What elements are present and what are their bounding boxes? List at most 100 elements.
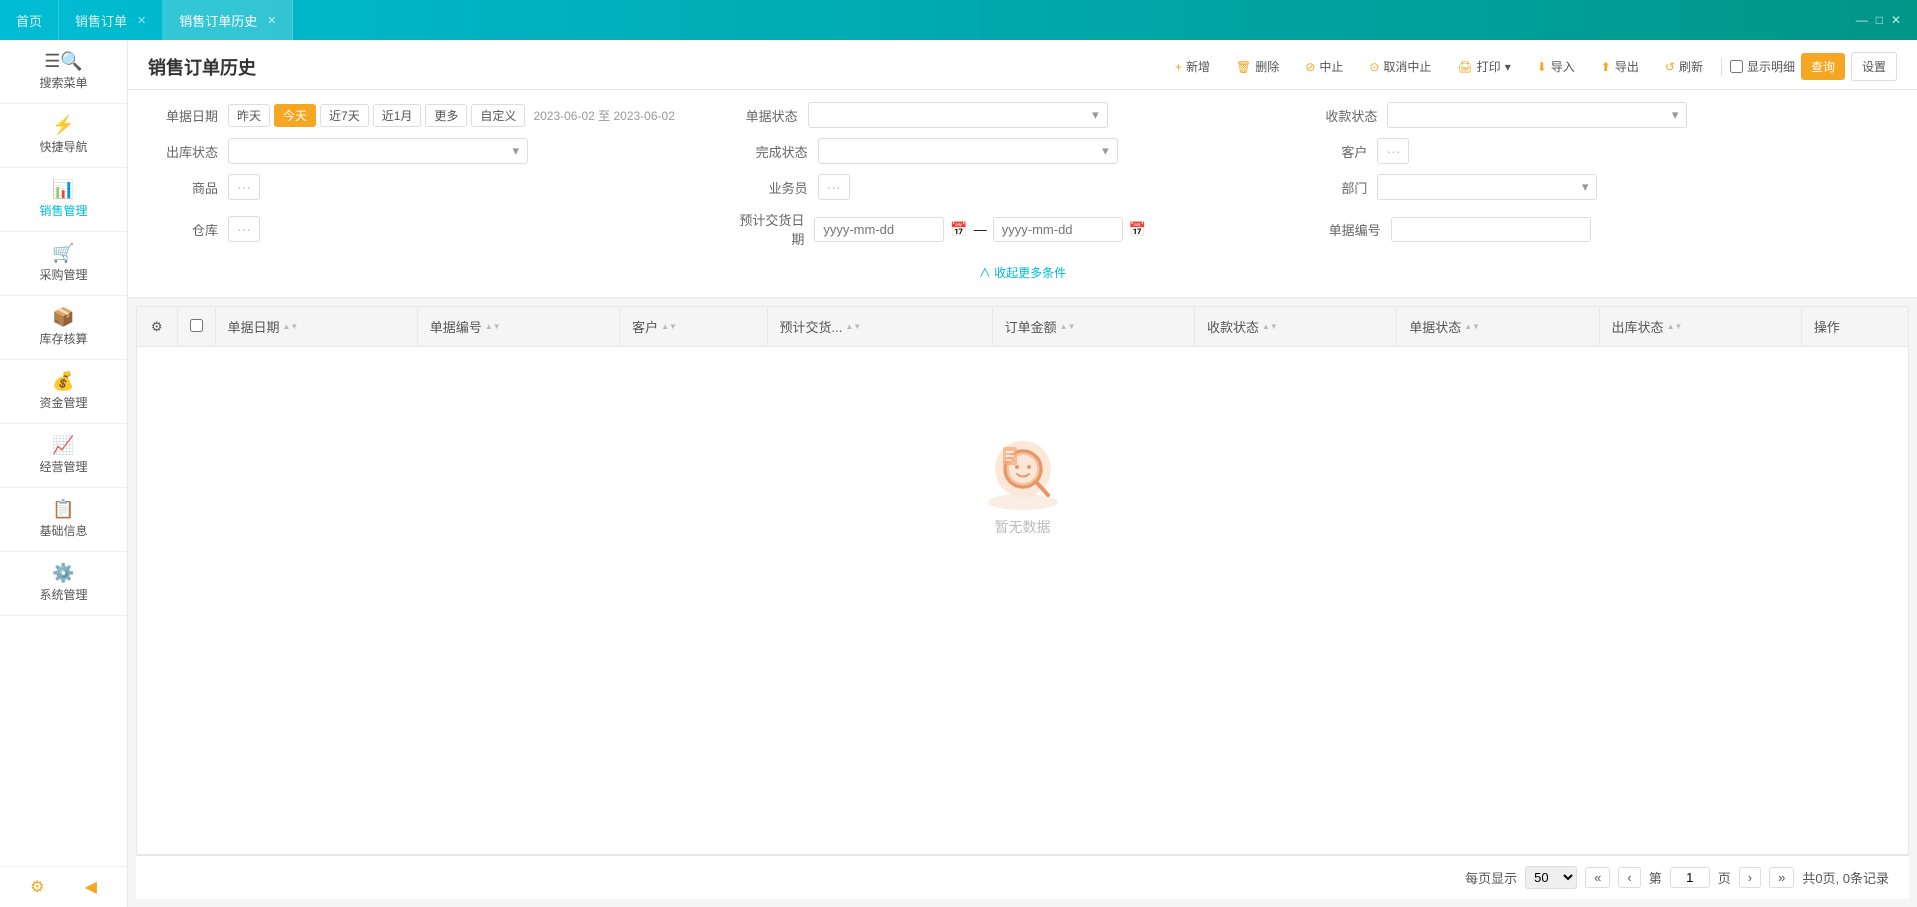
bill-number-input[interactable]: [1391, 217, 1591, 242]
th-check[interactable]: [177, 307, 215, 347]
show-detail-label: 显示明细: [1747, 58, 1795, 75]
per-page-select[interactable]: 50 10 20 100: [1525, 866, 1577, 889]
sidebar-item-purchase-mgmt[interactable]: 🛒 采购管理: [0, 232, 127, 296]
refresh-button[interactable]: ↺ 刷新: [1655, 53, 1713, 80]
tab-sales-order-history[interactable]: 销售订单历史 ✕: [163, 0, 293, 40]
delivery-status-label: 出库状态: [148, 142, 228, 161]
sidebar-item-search-menu[interactable]: ☰🔍 搜索菜单: [0, 40, 127, 104]
th-expected-delivery[interactable]: 预计交货... ▲▼: [767, 307, 992, 347]
customer-dots-btn[interactable]: ···: [1377, 138, 1409, 164]
sidebar-item-sales-label: 销售管理: [39, 202, 87, 219]
add-button[interactable]: + 新增: [1165, 53, 1220, 80]
sidebar-item-finance[interactable]: 💰 资金管理: [0, 360, 127, 424]
date-btn-last1m[interactable]: 近1月: [373, 104, 422, 127]
sidebar-collapse-btn[interactable]: ◀: [85, 877, 97, 897]
add-icon: +: [1175, 60, 1182, 74]
th-bill-number[interactable]: 单据编号 ▲▼: [417, 307, 619, 347]
stop-button[interactable]: ⊘ 中止: [1295, 53, 1353, 80]
date-btn-today[interactable]: 今天: [274, 104, 316, 127]
date-btn-last7[interactable]: 近7天: [320, 104, 369, 127]
expected-delivery-end[interactable]: [993, 217, 1123, 242]
sidebar-item-search-label: 搜索菜单: [39, 74, 87, 91]
product-control: ···: [228, 174, 748, 200]
sidebar-item-sys-mgmt[interactable]: ⚙️ 系统管理: [0, 552, 127, 616]
empty-state-illustration: [973, 427, 1073, 517]
sidebar: ☰🔍 搜索菜单 ⚡ 快捷导航 📊 销售管理 🛒 采购管理 📦 库存核算 💰 资金…: [0, 40, 128, 907]
column-settings-icon[interactable]: ⚙: [151, 319, 163, 334]
th-receipt-status-label: 收款状态: [1207, 317, 1259, 336]
pagination: 每页显示 50 10 20 100 « ‹ 第 页 › » 共0页, 0条记录: [136, 855, 1909, 899]
import-button[interactable]: ⬇ 导入: [1527, 53, 1585, 80]
cancel-stop-icon: ⊙: [1369, 60, 1379, 74]
collapse-more-btn[interactable]: ∧ 收起更多条件: [148, 258, 1897, 285]
delete-button[interactable]: 🗑 删除: [1226, 53, 1289, 80]
per-page-label: 每页显示: [1465, 868, 1517, 887]
quick-nav-icon: ⚡: [52, 116, 74, 134]
th-settings[interactable]: ⚙: [137, 307, 177, 347]
salesperson-dots-btn[interactable]: ···: [818, 174, 850, 200]
tab-sales-order-close[interactable]: ✕: [137, 14, 146, 27]
sidebar-settings-btn[interactable]: ⚙: [30, 877, 44, 897]
window-close[interactable]: ✕: [1891, 13, 1901, 27]
date-btn-more[interactable]: 更多: [425, 104, 467, 127]
complete-status-label: 完成状态: [748, 142, 818, 161]
date-btn-yesterday[interactable]: 昨天: [228, 104, 270, 127]
sidebar-item-basic-info[interactable]: 📋 基础信息: [0, 488, 127, 552]
next-page-btn[interactable]: ›: [1739, 867, 1761, 888]
th-bill-date[interactable]: 单据日期 ▲▼: [215, 307, 417, 347]
select-all-checkbox[interactable]: [190, 319, 203, 332]
tab-sales-order[interactable]: 销售订单 ✕: [59, 0, 163, 40]
th-order-amount[interactable]: 订单金额 ▲▼: [992, 307, 1194, 347]
show-detail-input[interactable]: [1730, 60, 1743, 73]
query-button[interactable]: 查询: [1801, 53, 1845, 80]
show-detail-checkbox[interactable]: 显示明细: [1730, 58, 1795, 75]
sidebar-item-quick-nav[interactable]: ⚡ 快捷导航: [0, 104, 127, 168]
sidebar-item-ops[interactable]: 📈 经营管理: [0, 424, 127, 488]
print-button[interactable]: 🖨 打印 ▾: [1447, 53, 1520, 80]
expected-delivery-control: 📅 — 📅: [814, 217, 1320, 242]
tab-home[interactable]: 首页: [0, 0, 59, 40]
th-delivery-status[interactable]: 出库状态 ▲▼: [1599, 307, 1801, 347]
th-receipt-status[interactable]: 收款状态 ▲▼: [1194, 307, 1396, 347]
toolbar: + 新增 🗑 删除 ⊘ 中止 ⊙ 取消中止 🖨 打印: [1165, 52, 1897, 81]
product-dots-btn[interactable]: ···: [228, 174, 260, 200]
expected-delivery-start[interactable]: [814, 217, 944, 242]
receipt-status-select[interactable]: ▾: [1387, 102, 1687, 128]
calendar-icon-start[interactable]: 📅: [950, 221, 967, 238]
delete-icon: 🗑: [1236, 60, 1251, 74]
bill-status-control: ▾: [808, 102, 1318, 128]
delivery-status-select[interactable]: ▾: [228, 138, 528, 164]
sort-arrows-customer: ▲▼: [661, 322, 677, 331]
date-btn-custom[interactable]: 自定义: [471, 104, 525, 127]
window-maximize[interactable]: □: [1876, 13, 1883, 27]
complete-status-select[interactable]: ▾: [818, 138, 1118, 164]
cancel-stop-button[interactable]: ⊙ 取消中止: [1359, 53, 1441, 80]
export-button[interactable]: ⬆ 导出: [1591, 53, 1649, 80]
prev-page-btn[interactable]: ‹: [1618, 867, 1640, 888]
last-page-btn[interactable]: »: [1769, 867, 1794, 888]
dept-select[interactable]: ▾: [1377, 174, 1597, 200]
collapse-arrow-icon: ∧: [979, 266, 991, 280]
customer-control: ···: [1377, 138, 1897, 164]
warehouse-dots-btn[interactable]: ···: [228, 216, 260, 242]
calendar-icon-end[interactable]: 📅: [1129, 221, 1146, 238]
sidebar-item-inventory[interactable]: 📦 库存核算: [0, 296, 127, 360]
empty-state-cell: 暂无数据: [137, 347, 1908, 618]
last-page-icon: »: [1778, 870, 1785, 885]
page-header: 销售订单历史 + 新增 🗑 删除 ⊘ 中止 ⊙ 取消中止: [128, 40, 1917, 90]
th-operation-label: 操作: [1814, 320, 1840, 335]
warehouse-label: 仓库: [148, 220, 228, 239]
settings-button[interactable]: 设置: [1851, 52, 1897, 81]
content-area: 销售订单历史 + 新增 🗑 删除 ⊘ 中止 ⊙ 取消中止: [128, 40, 1917, 907]
sidebar-item-sales-mgmt[interactable]: 📊 销售管理: [0, 168, 127, 232]
th-bill-status[interactable]: 单据状态 ▲▼: [1397, 307, 1599, 347]
tab-sales-order-history-close[interactable]: ✕: [267, 14, 276, 27]
bill-status-select[interactable]: ▾: [808, 102, 1108, 128]
th-customer[interactable]: 客户 ▲▼: [620, 307, 767, 347]
window-minimize[interactable]: —: [1856, 13, 1868, 27]
first-page-btn[interactable]: «: [1585, 867, 1610, 888]
current-page-input[interactable]: [1670, 867, 1710, 888]
salesperson-control: ···: [818, 174, 1338, 200]
sidebar-item-finance-label: 资金管理: [39, 394, 87, 411]
sort-arrows-bill-number: ▲▼: [485, 322, 501, 331]
